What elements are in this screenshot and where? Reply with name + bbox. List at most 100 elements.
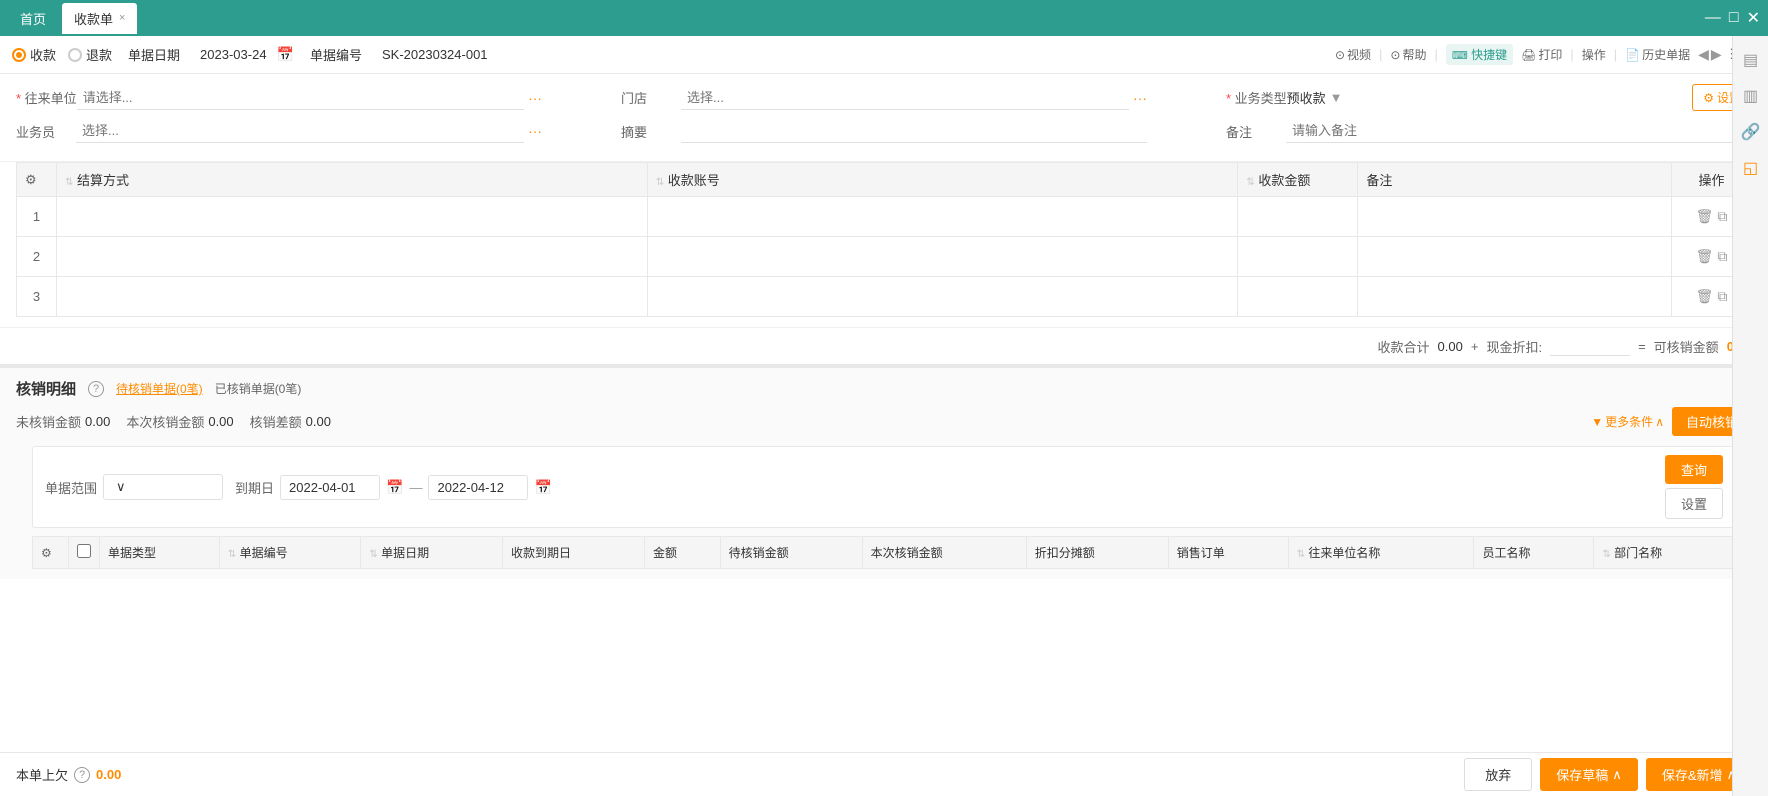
row-3-remark[interactable] [1358,277,1672,317]
bth-sales: 销售订单 [1168,537,1288,569]
date-from-input[interactable] [280,475,380,500]
radio-shoukuan[interactable]: 收款 [12,45,56,64]
tab-current-label: 收款单 [74,9,113,28]
tab-current[interactable]: 收款单 × [62,3,137,34]
calendar-to-icon[interactable]: 📅 [534,479,551,496]
summary-input[interactable] [681,119,1147,143]
row-1-remark[interactable] [1358,197,1672,237]
discount-input[interactable] [1550,336,1630,356]
table-gear-icon[interactable]: ⚙ [25,172,37,187]
row-2-settlement[interactable] [57,237,648,277]
help-link[interactable]: ⊙ 帮助 [1390,46,1426,63]
current-value: 0.00 [208,414,233,429]
row-3-delete-btn[interactable]: 🗑 [1696,288,1714,305]
radio-dot-shoukuan [12,48,26,62]
form-row-1: 往来单位 ··· 门店 ··· 业务类型 预收款 ▼ ⚙ [16,84,1752,111]
save-draft-arrow[interactable]: ∧ [1612,767,1622,783]
maximize-btn[interactable]: □ [1729,9,1739,27]
bth-pending: 待核销金额 [720,537,862,569]
history-link[interactable]: 📄 历史单据 [1625,46,1690,63]
done-tab[interactable]: 已核销单据(0笔) [215,380,302,397]
filter-row: 单据范围 ∨ 到期日 📅 — 📅 查询 设置 [45,455,1723,519]
row-2-delete-btn[interactable]: 🗑 [1696,248,1714,265]
row-1-account[interactable] [647,197,1238,237]
business-type-select[interactable]: 预收款 ▼ [1287,88,1343,107]
radio-tuikuan[interactable]: 退款 [68,45,112,64]
print-link[interactable]: 🖨 打印 [1521,46,1562,63]
row-3-settlement[interactable] [57,277,648,317]
close-btn[interactable]: ✕ [1747,8,1760,28]
verify-actions-right: ▼ 更多条件 ∧ 自动核销 [1591,407,1752,436]
calendar-from-icon[interactable]: 📅 [386,479,403,496]
staff-more-icon[interactable]: ··· [528,123,542,139]
sidebar-icon-4[interactable]: ◱ [1739,154,1762,182]
radio-shoukuan-label: 收款 [30,45,56,64]
staff-input[interactable] [76,119,524,143]
operation-link[interactable]: 操作 [1582,46,1606,63]
sidebar-icon-2[interactable]: ▥ [1739,82,1762,110]
business-type-value: 预收款 [1287,88,1326,107]
row-3-num: 3 [17,277,57,317]
shortcut-link[interactable]: ⌨ 快捷键 [1446,44,1513,65]
range-select[interactable]: ∨ [103,474,223,500]
abandon-button[interactable]: 放弃 [1464,758,1532,791]
date-label: 单据日期 [128,45,180,64]
row-3-account[interactable] [647,277,1238,317]
tab-home[interactable]: 首页 [8,3,58,34]
bth-dept: ⇅ 部门名称 [1594,537,1736,569]
partner-input[interactable] [77,86,524,110]
summary-field: 摘要 [621,119,1147,143]
th-settlement: ⇅ 结算方式 [57,163,648,197]
bottom-gear-icon[interactable]: ⚙ [41,546,52,560]
footer-right: 放弃 保存草稿 ∧ 保存&新增 ∧ [1464,758,1752,791]
bth-settings: ⚙ [33,537,69,569]
summary-label: 摘要 [621,122,681,141]
radio-dot-tuikuan [68,48,82,62]
shop-label: 门店 [621,88,681,107]
shop-more-icon[interactable]: ··· [1133,90,1147,106]
row-2-copy-btn[interactable]: ⧉ [1717,248,1727,265]
row-2-remark[interactable] [1358,237,1672,277]
query-button[interactable]: 查询 [1665,455,1723,484]
bth-number: ⇅ 单据编号 [219,537,361,569]
business-type-arrow: ▼ [1330,90,1343,105]
partner-more-icon[interactable]: ··· [528,90,542,106]
row-1-settlement[interactable] [57,197,648,237]
toolbar: 收款 退款 单据日期 2023-03-24 📅 单据编号 SK-20230324… [0,36,1768,74]
info-icon[interactable]: ? [88,381,104,397]
nav-left[interactable]: ◀ [1698,46,1709,63]
sidebar-icon-3[interactable]: 🔗 [1737,118,1765,146]
row-2-account[interactable] [647,237,1238,277]
row-2-amount[interactable] [1238,237,1358,277]
shop-input[interactable] [681,86,1129,110]
tab-close-icon[interactable]: × [119,12,125,24]
bth-partner: ⇅ 往来单位名称 [1288,537,1474,569]
pending-tab[interactable]: 待核销单据(0笔) [116,380,203,397]
more-conditions-link[interactable]: ▼ 更多条件 ∧ [1591,413,1664,430]
row-2-num: 2 [17,237,57,277]
main-content: 收款 退款 单据日期 2023-03-24 📅 单据编号 SK-20230324… [0,36,1768,796]
minimize-btn[interactable]: — [1705,9,1721,27]
total-label: 收款合计 [1378,337,1430,356]
nav-right[interactable]: ▶ [1711,46,1722,63]
date-to-input[interactable] [428,475,528,500]
staff-label: 业务员 [16,122,76,141]
select-all-checkbox[interactable] [77,544,91,558]
table-settings-button[interactable]: 设置 [1665,488,1723,519]
staff-field: 业务员 ··· [16,119,542,143]
business-type-label: 业务类型 [1226,88,1287,107]
row-1-copy-btn[interactable]: ⧉ [1717,208,1727,225]
sidebar-icon-1[interactable]: ▤ [1739,46,1762,74]
range-label: 单据范围 [45,478,97,497]
row-3-copy-btn[interactable]: ⧉ [1717,288,1727,305]
remark-input[interactable] [1286,119,1752,143]
form-section: 往来单位 ··· 门店 ··· 业务类型 预收款 ▼ ⚙ [0,74,1768,162]
number-value: SK-20230324-001 [382,47,488,62]
save-draft-button[interactable]: 保存草稿 ∧ [1540,758,1638,791]
row-1-amount[interactable] [1238,197,1358,237]
row-3-amount[interactable] [1238,277,1358,317]
footer-info-icon[interactable]: ? [74,767,90,783]
video-link[interactable]: ⊙ 视频 [1335,46,1371,63]
row-1-delete-btn[interactable]: 🗑 [1696,208,1714,225]
calendar-icon[interactable]: 📅 [277,46,294,63]
